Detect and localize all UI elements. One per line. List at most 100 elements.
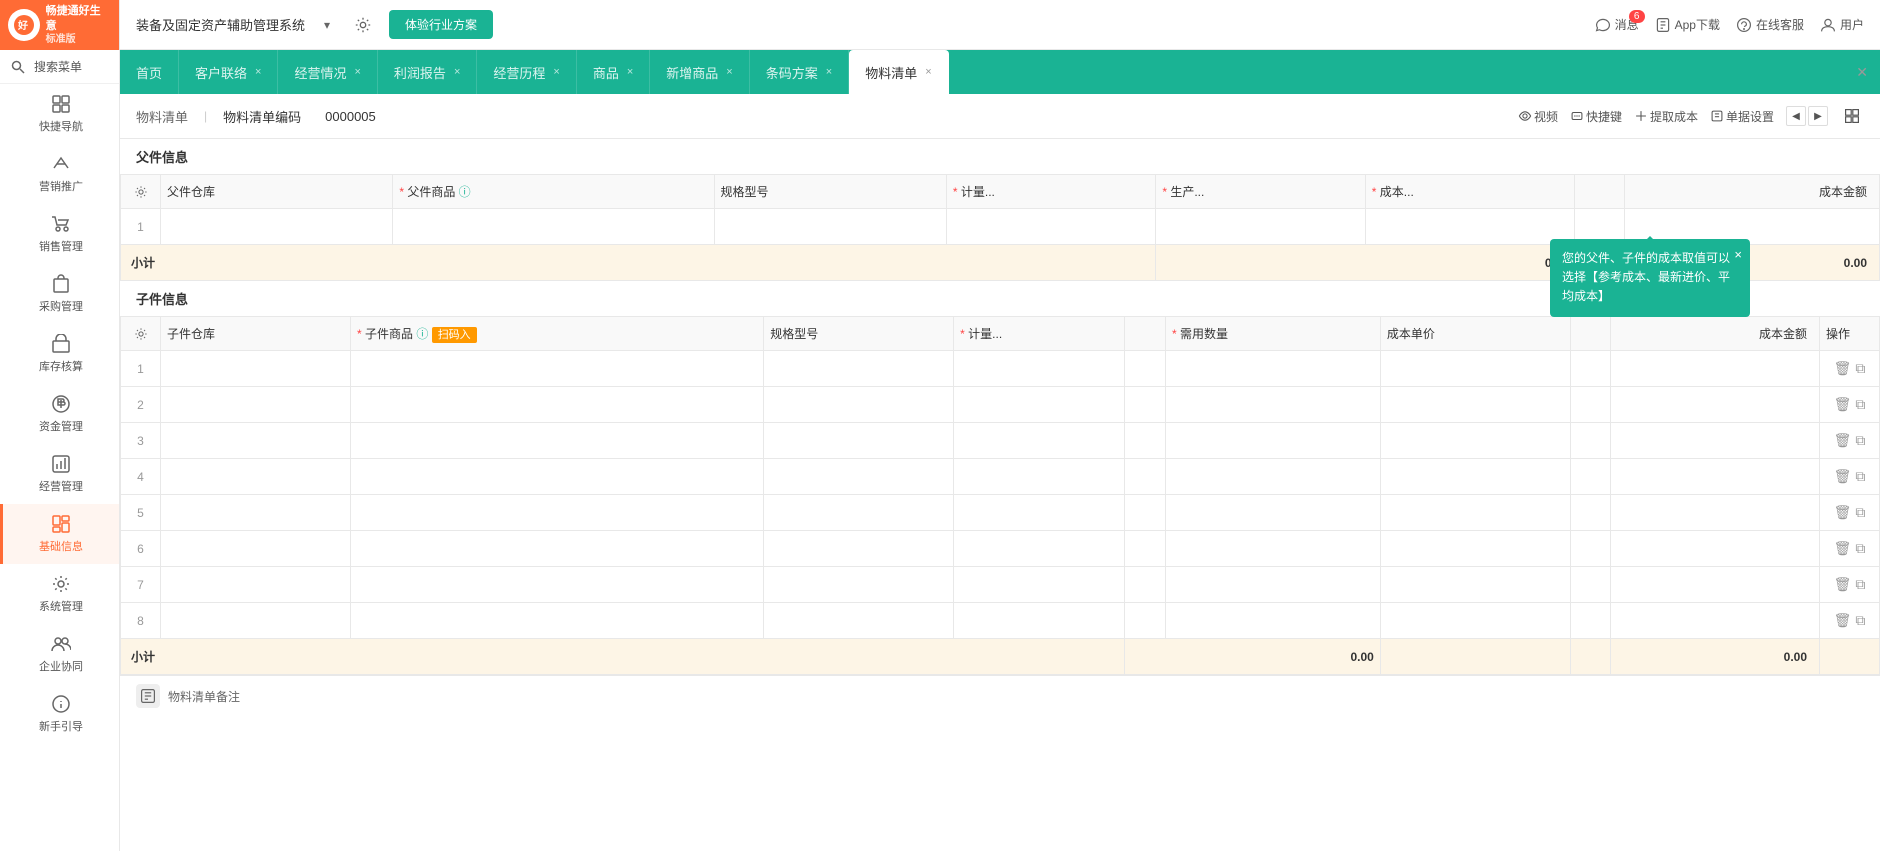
child-cell-goods-5[interactable]	[350, 495, 763, 531]
tab-barcode[interactable]: 条码方案 ×	[750, 50, 849, 94]
child-cell-unit-cost-6[interactable]	[1380, 531, 1570, 567]
grid-view-icon[interactable]	[1840, 104, 1864, 128]
child-cell-goods-8[interactable]	[350, 603, 763, 639]
child-cell-unit-cost-3[interactable]	[1380, 423, 1570, 459]
child-cell-unit-6[interactable]	[954, 531, 1125, 567]
child-cell-unit-1[interactable]	[954, 351, 1125, 387]
child-cell-unit-5[interactable]	[954, 495, 1125, 531]
child-cell-warehouse-3[interactable]	[161, 423, 351, 459]
tab-new-goods-close[interactable]: ×	[726, 66, 732, 78]
child-cell-warehouse-2[interactable]	[161, 387, 351, 423]
child-copy-icon-4[interactable]: ⧉	[1855, 468, 1865, 485]
sidebar-item-system[interactable]: 系统管理	[0, 564, 119, 624]
parent-cell-cost[interactable]	[1365, 209, 1574, 245]
child-cell-unit-cost-4[interactable]	[1380, 459, 1570, 495]
sidebar-item-guide[interactable]: 新手引导	[0, 684, 119, 744]
child-cell-qty-5[interactable]	[1165, 495, 1380, 531]
child-copy-icon-2[interactable]: ⧉	[1855, 396, 1865, 413]
shortcuts-action[interactable]: 快捷键	[1570, 108, 1622, 125]
child-cell-goods-1[interactable]	[350, 351, 763, 387]
child-delete-icon-8[interactable]: 🗑	[1834, 612, 1852, 629]
child-cell-unit-7[interactable]	[954, 567, 1125, 603]
tabbar-close-icon[interactable]: ✕	[1852, 64, 1872, 81]
single-settings-action[interactable]: 单据设置	[1710, 108, 1774, 125]
child-delete-icon-6[interactable]: 🗑	[1834, 540, 1852, 557]
extract-cost-action[interactable]: 提取成本	[1634, 108, 1698, 125]
system-dropdown-button[interactable]: ▾	[317, 15, 337, 35]
child-copy-icon-7[interactable]: ⧉	[1855, 576, 1865, 593]
breadcrumb-main[interactable]: 物料清单	[136, 107, 188, 126]
tab-barcode-close[interactable]: ×	[826, 66, 832, 78]
view-action[interactable]: 视频	[1518, 108, 1558, 125]
child-cell-qty-8[interactable]	[1165, 603, 1380, 639]
child-cell-warehouse-1[interactable]	[161, 351, 351, 387]
child-cell-spec-5[interactable]	[764, 495, 954, 531]
child-cell-unit-4[interactable]	[954, 459, 1125, 495]
tab-goods[interactable]: 商品 ×	[577, 50, 650, 94]
child-cell-spec-7[interactable]	[764, 567, 954, 603]
child-cell-qty-1[interactable]	[1165, 351, 1380, 387]
parent-cell-warehouse[interactable]	[161, 209, 393, 245]
child-delete-icon-5[interactable]: 🗑	[1834, 504, 1852, 521]
child-delete-icon-3[interactable]: 🗑	[1834, 432, 1852, 449]
trial-button[interactable]: 体验行业方案	[389, 10, 493, 39]
child-cell-spec-1[interactable]	[764, 351, 954, 387]
child-delete-icon-1[interactable]: 🗑	[1834, 360, 1852, 377]
child-copy-icon-8[interactable]: ⧉	[1855, 612, 1865, 629]
child-cell-unit-cost-2[interactable]	[1380, 387, 1570, 423]
child-cell-qty-4[interactable]	[1165, 459, 1380, 495]
child-cell-unit-3[interactable]	[954, 423, 1125, 459]
child-delete-icon-4[interactable]: 🗑	[1834, 468, 1852, 485]
child-cell-unit-cost-8[interactable]	[1380, 603, 1570, 639]
child-cell-qty-3[interactable]	[1165, 423, 1380, 459]
sidebar-item-marketing[interactable]: 营销推广	[0, 144, 119, 204]
tooltip-close-button[interactable]: ×	[1734, 245, 1742, 266]
child-cell-goods-7[interactable]	[350, 567, 763, 603]
sidebar-item-sales[interactable]: 销售管理	[0, 204, 119, 264]
tab-profit-close[interactable]: ×	[454, 66, 460, 78]
tab-bom-close[interactable]: ×	[925, 66, 931, 78]
sidebar-item-business[interactable]: 经营管理	[0, 444, 119, 504]
online-service-button[interactable]: 在线客服	[1736, 16, 1804, 33]
child-cell-warehouse-4[interactable]	[161, 459, 351, 495]
sidebar-item-search[interactable]: 搜索菜单	[0, 50, 119, 84]
child-cell-warehouse-7[interactable]	[161, 567, 351, 603]
sidebar-item-nav[interactable]: 快捷导航	[0, 84, 119, 144]
child-cell-spec-2[interactable]	[764, 387, 954, 423]
tab-profit[interactable]: 利润报告 ×	[378, 50, 477, 94]
parent-cell-unit[interactable]	[946, 209, 1155, 245]
child-cell-qty-6[interactable]	[1165, 531, 1380, 567]
sidebar-item-enterprise[interactable]: 企业协同	[0, 624, 119, 684]
child-cell-spec-6[interactable]	[764, 531, 954, 567]
child-cell-spec-3[interactable]	[764, 423, 954, 459]
child-cell-goods-2[interactable]	[350, 387, 763, 423]
tab-customer[interactable]: 客户联络 ×	[179, 50, 278, 94]
child-copy-icon-5[interactable]: ⧉	[1855, 504, 1865, 521]
child-copy-icon-6[interactable]: ⧉	[1855, 540, 1865, 557]
child-cell-warehouse-8[interactable]	[161, 603, 351, 639]
child-cell-goods-6[interactable]	[350, 531, 763, 567]
child-cell-unit-2[interactable]	[954, 387, 1125, 423]
child-cell-spec-8[interactable]	[764, 603, 954, 639]
app-download-button[interactable]: App下载	[1655, 16, 1720, 33]
tab-operations-close[interactable]: ×	[354, 66, 360, 78]
child-cell-warehouse-5[interactable]	[161, 495, 351, 531]
tab-customer-close[interactable]: ×	[255, 66, 261, 78]
child-cell-goods-4[interactable]	[350, 459, 763, 495]
child-cell-qty-2[interactable]	[1165, 387, 1380, 423]
sidebar-item-purchase[interactable]: 采购管理	[0, 264, 119, 324]
messages-button[interactable]: 消息 6	[1595, 16, 1639, 33]
tab-home[interactable]: 首页	[120, 50, 179, 94]
user-menu-button[interactable]: 用户	[1820, 16, 1864, 33]
child-delete-icon-2[interactable]: 🗑	[1834, 396, 1852, 413]
child-cell-unit-cost-5[interactable]	[1380, 495, 1570, 531]
tab-operations[interactable]: 经营情况 ×	[278, 50, 377, 94]
child-th-gear[interactable]	[121, 317, 161, 351]
child-cell-qty-7[interactable]	[1165, 567, 1380, 603]
sidebar-item-finance[interactable]: 资金管理	[0, 384, 119, 444]
child-copy-icon-3[interactable]: ⧉	[1855, 432, 1865, 449]
settings-gear-icon[interactable]	[349, 11, 377, 39]
child-cell-unit-cost-7[interactable]	[1380, 567, 1570, 603]
tab-history[interactable]: 经营历程 ×	[477, 50, 576, 94]
parent-cell-production[interactable]	[1156, 209, 1365, 245]
